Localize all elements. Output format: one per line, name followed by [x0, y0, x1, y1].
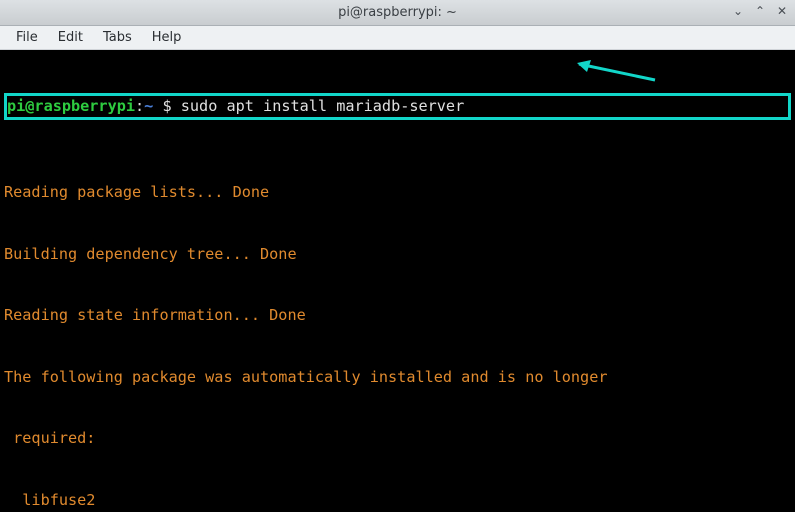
menu-help[interactable]: Help [144, 28, 190, 47]
window-controls: ⌄ ⌃ ✕ [731, 4, 789, 18]
menu-tabs[interactable]: Tabs [95, 28, 140, 47]
window-title: pi@raspberrypi: ~ [338, 5, 457, 20]
terminal-output-line: Building dependency tree... Done [4, 244, 791, 265]
annotation-arrow-icon [577, 58, 657, 82]
prompt-user-host: pi@raspberrypi [7, 97, 135, 115]
terminal-output-line: Reading state information... Done [4, 305, 791, 326]
prompt-colon: : [135, 97, 144, 115]
terminal-area[interactable]: pi@raspberrypi:~ $ sudo apt install mari… [0, 50, 795, 512]
terminal-output-line: Reading package lists... Done [4, 182, 791, 203]
prompt-command: sudo apt install mariadb-server [172, 97, 465, 115]
terminal-output-line: libfuse2 [4, 490, 791, 511]
close-button[interactable]: ✕ [775, 4, 789, 18]
menu-file[interactable]: File [8, 28, 46, 47]
prompt-line: pi@raspberrypi:~ $ sudo apt install mari… [4, 93, 791, 120]
menu-edit[interactable]: Edit [50, 28, 91, 47]
terminal-output-line: required: [4, 428, 791, 449]
menubar: File Edit Tabs Help [0, 26, 795, 50]
prompt-path: ~ [144, 97, 153, 115]
maximize-button[interactable]: ⌃ [753, 4, 767, 18]
terminal-output-line: The following package was automatically … [4, 367, 791, 388]
prompt-sigil: $ [153, 97, 171, 115]
minimize-button[interactable]: ⌄ [731, 4, 745, 18]
window-titlebar: pi@raspberrypi: ~ ⌄ ⌃ ✕ [0, 0, 795, 26]
